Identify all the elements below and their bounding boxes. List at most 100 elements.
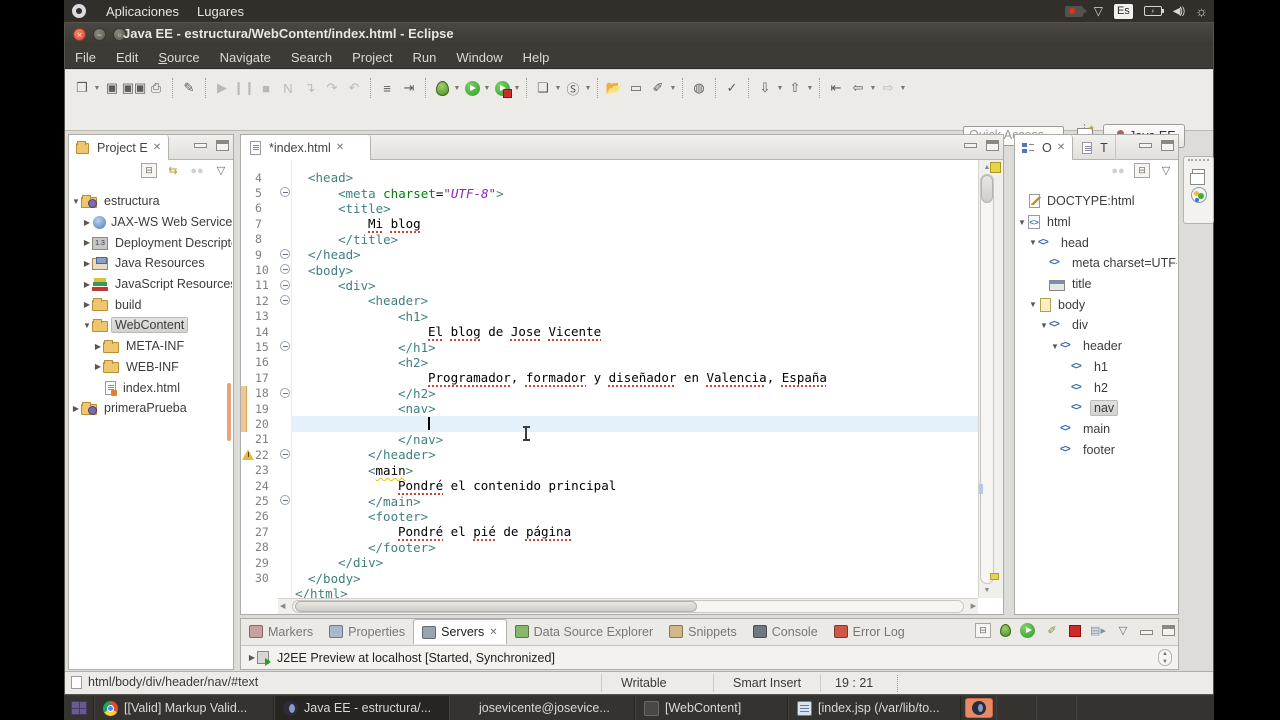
menu-edit[interactable]: Edit [106, 50, 148, 65]
fold-collapse-icon[interactable] [280, 295, 290, 306]
menu-lugares[interactable]: Lugares [197, 4, 244, 19]
fold-collapse-icon[interactable] [280, 264, 290, 275]
new-web-project-dropdown-icon[interactable]: ▼ [554, 78, 562, 98]
tab-console[interactable]: Console [745, 619, 826, 644]
scrollbar-thumb[interactable] [295, 601, 697, 612]
run-icon[interactable] [462, 78, 482, 98]
publish-icon[interactable]: ▤▸ [1090, 623, 1106, 638]
menu-window[interactable]: Window [446, 50, 512, 65]
chevron-right-icon[interactable]: ▶ [93, 362, 103, 371]
outline-item-h2[interactable]: <> h2 [1015, 377, 1177, 398]
maximize-view-button[interactable] [216, 140, 229, 151]
external-tools-dropdown-icon[interactable]: ▼ [669, 78, 677, 98]
outline-item-body[interactable]: ▼ body [1015, 294, 1177, 315]
minimize-editor-button[interactable] [964, 143, 977, 148]
explorer-item-estructura[interactable]: ▼ estructura [69, 191, 232, 212]
menu-search[interactable]: Search [281, 50, 342, 65]
maximize-editor-button[interactable] [986, 140, 999, 151]
fold-collapse-icon[interactable] [280, 279, 290, 290]
maximize-panel-button[interactable] [1162, 625, 1175, 636]
chevron-down-icon[interactable]: ▼ [1050, 342, 1060, 351]
chevron-down-icon[interactable]: ▼ [1039, 321, 1049, 330]
back-dropdown-icon[interactable]: ▼ [869, 78, 877, 98]
web-service-icon[interactable]: Ⓢ [563, 78, 583, 98]
outline-item-html[interactable]: ▼ <> html [1015, 212, 1177, 233]
workspace-switcher[interactable] [64, 696, 94, 720]
web-browser-icon[interactable]: ◍ [689, 78, 709, 98]
chevron-down-icon[interactable]: ▼ [71, 197, 81, 206]
tab-snippets[interactable]: Snippets [661, 619, 745, 644]
outline-item-doctype-html[interactable]: DOCTYPE:html [1015, 191, 1177, 212]
stop-server-icon[interactable] [1069, 624, 1081, 637]
fold-collapse-icon[interactable] [280, 187, 290, 198]
save-icon[interactable]: ▣ [102, 78, 122, 98]
explorer-item-webcontent[interactable]: ▼ WebContent [69, 315, 232, 336]
outline-item-h1[interactable]: <> h1 [1015, 357, 1177, 378]
outline-item-main[interactable]: <> main [1015, 419, 1177, 440]
run-dropdown-icon[interactable]: ▼ [483, 78, 491, 98]
outline-item-div[interactable]: ▼ <> div [1015, 315, 1177, 336]
fold-collapse-icon[interactable] [280, 495, 290, 506]
new-web-project-icon[interactable]: ❏ [533, 78, 553, 98]
explorer-item-build[interactable]: ▶ build [69, 294, 232, 315]
taskbar-window-chrome[interactable]: [[Valid] Markup Valid... [94, 696, 274, 720]
export-icon[interactable]: ⇧ [785, 78, 805, 98]
menu-help[interactable]: Help [513, 50, 560, 65]
collapse-all-icon[interactable]: ⊟ [141, 163, 157, 178]
tab-properties[interactable]: Properties [321, 619, 413, 644]
chevron-down-icon[interactable]: ▼ [1028, 238, 1038, 247]
open-resource-icon[interactable]: 📂 [604, 78, 624, 98]
profile-server-icon[interactable]: ✐ [1044, 623, 1060, 638]
menu-navigate[interactable]: Navigate [210, 50, 281, 65]
coverage-icon[interactable] [492, 78, 512, 98]
export-dropdown-icon[interactable]: ▼ [806, 78, 814, 98]
import-icon[interactable]: ⇩ [755, 78, 775, 98]
scroll-right-icon[interactable]: ▶ [971, 602, 976, 610]
fold-collapse-icon[interactable] [280, 387, 290, 398]
palette-view-icon[interactable] [1190, 187, 1207, 203]
last-edit-location-icon[interactable]: ⇤ [826, 78, 846, 98]
chevron-right-icon[interactable]: ▶ [82, 259, 92, 268]
network-icon[interactable]: ▽ [1094, 5, 1103, 17]
close-icon[interactable]: ✕ [1057, 142, 1065, 153]
outline-item-title[interactable]: title [1015, 274, 1177, 295]
taskbar-window-doc[interactable]: [index.jsp (/var/lib/to... [788, 696, 961, 720]
import-dropdown-icon[interactable]: ▼ [776, 78, 784, 98]
battery-icon[interactable] [1143, 6, 1164, 16]
ubuntu-logo-icon[interactable] [72, 4, 86, 18]
title-bar[interactable]: × − ▫ Java EE - estructura/WebContent/in… [65, 23, 1213, 46]
code-editor[interactable]: 4 <head> 5 <meta charset="UTF-8"> 6 <title> 7 M… [241, 160, 978, 598]
menu-project[interactable]: Project [342, 50, 402, 65]
explorer-item-web-inf[interactable]: ▶ WEB-INF [69, 357, 232, 378]
web-service-dropdown-icon[interactable]: ▼ [584, 78, 592, 98]
chevron-right-icon[interactable]: ▶ [82, 238, 92, 247]
overview-warning-marker[interactable] [990, 573, 999, 580]
view-menu-icon[interactable]: ▽ [1158, 163, 1174, 178]
tab-outline[interactable]: O ✕ [1015, 135, 1074, 160]
chevron-down-icon[interactable]: ▼ [1028, 300, 1038, 309]
explorer-item-meta-inf[interactable]: ▶ META-INF [69, 336, 232, 357]
settings-icon[interactable]: ☼ [1195, 4, 1208, 18]
annotation-overview-icon[interactable] [990, 162, 1001, 173]
outline-item-header[interactable]: ▼ <> header [1015, 336, 1177, 357]
link-with-editor-icon[interactable]: ⇆ [165, 163, 181, 178]
chevron-down-icon[interactable]: ▼ [82, 321, 92, 330]
active-app-indicator[interactable] [964, 698, 993, 718]
close-icon[interactable]: ✕ [489, 627, 497, 638]
taskbar-window-terminal[interactable]: josevicente@josevice... [449, 696, 635, 720]
maximize-view-button[interactable] [1161, 140, 1174, 151]
minimize-view-button[interactable] [194, 143, 207, 148]
fold-collapse-icon[interactable] [280, 449, 290, 460]
explorer-item-index-html[interactable]: index.html [69, 377, 232, 398]
tab-error-log[interactable]: Error Log [826, 619, 913, 644]
start-server-icon[interactable] [1020, 623, 1035, 638]
server-row[interactable]: ▶ J2EE Preview at localhost [Started, Sy… [241, 645, 1178, 669]
close-icon[interactable]: ✕ [153, 142, 161, 153]
editor-horizontal-scrollbar[interactable]: ◀ ▶ [278, 598, 978, 614]
view-menu-icon[interactable]: ▽ [213, 163, 229, 178]
chevron-down-icon[interactable]: ▼ [1017, 218, 1027, 227]
tab-index-html[interactable]: *index.html ✕ [241, 135, 371, 160]
expand-arrow-icon[interactable]: ▶ [247, 653, 257, 662]
minimize-window-button[interactable]: − [93, 28, 106, 41]
chevron-right-icon[interactable]: ▶ [93, 342, 103, 351]
